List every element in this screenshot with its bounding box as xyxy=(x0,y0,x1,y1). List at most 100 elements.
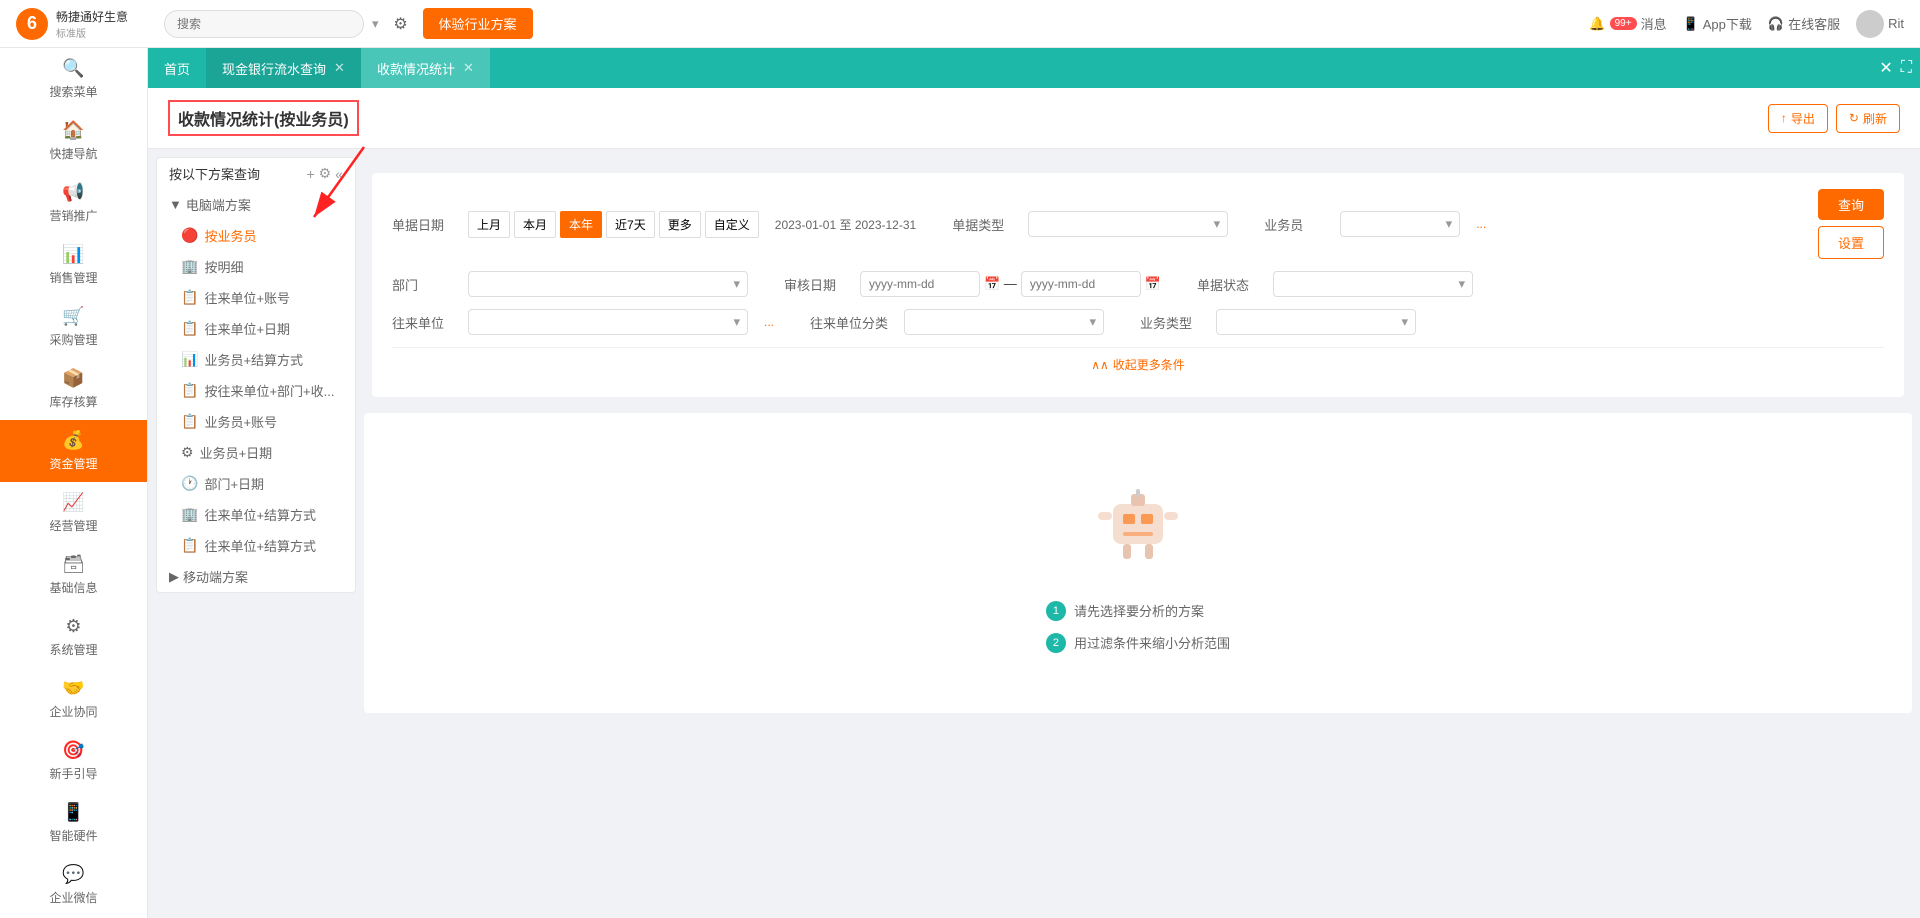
tab-receipt-stats[interactable]: 收款情况统计 ✕ xyxy=(361,48,490,88)
scheme-item-by-salesperson[interactable]: 🔴 按业务员 xyxy=(157,220,355,251)
notifications-button[interactable]: 🔔 99+ 消息 xyxy=(1589,14,1666,33)
sidebar-item-finance[interactable]: 💰 资金管理 xyxy=(0,420,147,482)
counterparty-settlement1-icon: 🏢 xyxy=(181,506,198,523)
logo-text: 畅捷通好生意 标准版 xyxy=(56,8,128,40)
filter-row-1: 单据日期 上月 本月 本年 近7天 更多 自定义 2023-01-01 至 20… xyxy=(392,189,1884,259)
sidebar-item-wechat[interactable]: 💬 企业微信 xyxy=(0,854,147,916)
counterparty-select-wrapper xyxy=(468,309,748,335)
operations-icon: 📈 xyxy=(62,492,84,513)
counterparty-select[interactable] xyxy=(468,309,748,335)
sidebar-item-sales[interactable]: 📊 销售管理 xyxy=(0,234,147,296)
wechat-icon: 💬 xyxy=(62,864,84,885)
scheme-item-counterparty-settlement1[interactable]: 🏢 往来单位+结算方式 xyxy=(157,499,355,530)
sidebar-item-purchase[interactable]: 🛒 采购管理 xyxy=(0,296,147,358)
scheme-add-button[interactable]: + xyxy=(306,165,314,182)
counterparty-category-select[interactable] xyxy=(904,309,1104,335)
query-button[interactable]: 查询 xyxy=(1818,189,1884,220)
dept-select[interactable] xyxy=(468,271,748,297)
salesperson-more-button[interactable]: ... xyxy=(1476,217,1486,231)
date-btn-last-month[interactable]: 上月 xyxy=(468,211,510,238)
counterparty-more-button[interactable]: ... xyxy=(764,315,774,329)
scheme-item-counterparty-account[interactable]: 📋 往来单位+账号 xyxy=(157,282,355,313)
user-profile[interactable]: Rit xyxy=(1856,10,1904,38)
dept-date-icon: 🕐 xyxy=(181,475,198,492)
top-right: 🔔 99+ 消息 📱 App下载 🎧 在线客服 Rit xyxy=(1589,10,1904,38)
scheme-item-salesperson-settlement[interactable]: 📊 业务员+结算方式 xyxy=(157,344,355,375)
logo-icon: 6 xyxy=(16,8,48,40)
counterparty-category-select-wrapper xyxy=(904,309,1104,335)
filter-settings-button[interactable]: 设置 xyxy=(1818,226,1884,259)
avatar xyxy=(1856,10,1884,38)
dropdown-arrow-icon[interactable]: ▾ xyxy=(372,16,379,32)
tab-home[interactable]: 首页 xyxy=(148,48,206,88)
sidebar-item-guide[interactable]: 🎯 新手引导 xyxy=(0,730,147,792)
scheme-category-mobile[interactable]: ▶ 移动端方案 xyxy=(157,561,355,592)
scheme-settings-button[interactable]: ⚙ xyxy=(319,165,332,182)
tab-bank-flow-close[interactable]: ✕ xyxy=(334,60,345,76)
date-btn-more[interactable]: 更多 xyxy=(659,211,701,238)
business-type-select[interactable] xyxy=(1216,309,1416,335)
date-label: 单据日期 xyxy=(392,215,452,234)
search-input[interactable] xyxy=(164,10,364,38)
scheme-item-dept-date[interactable]: 🕐 部门+日期 xyxy=(157,468,355,499)
counterparty-date-icon: 📋 xyxy=(181,320,198,337)
scheme-collapse-button[interactable]: « xyxy=(335,165,343,182)
sidebar-item-basic-info[interactable]: 🗃 基础信息 xyxy=(0,544,147,606)
sidebar-item-operations[interactable]: 📈 经营管理 xyxy=(0,482,147,544)
audit-date-start[interactable] xyxy=(860,271,980,297)
counterparty-account-icon: 📋 xyxy=(181,289,198,306)
sidebar-item-marketing[interactable]: 📢 营销推广 xyxy=(0,172,147,234)
scheme-category-desktop[interactable]: ▼ 电脑端方案 xyxy=(157,189,355,220)
right-panel: 单据日期 上月 本月 本年 近7天 更多 自定义 2023-01-01 至 20… xyxy=(364,157,1912,713)
collapse-icon: ∧∧ xyxy=(1091,358,1109,372)
scheme-item-salesperson-account[interactable]: 📋 业务员+账号 xyxy=(157,406,355,437)
audit-date-end-icon: 📅 xyxy=(1145,276,1161,292)
dept-label: 部门 xyxy=(392,275,452,294)
inventory-icon: 📦 xyxy=(62,368,84,389)
scheme-item-by-detail[interactable]: 🏢 按明细 xyxy=(157,251,355,282)
trial-button[interactable]: 体验行业方案 xyxy=(423,8,533,39)
content-area: 首页 现金银行流水查询 ✕ 收款情况统计 ✕ ✕ ⛶ 收款情况统计(按业务员) xyxy=(148,48,1920,918)
scheme-item-salesperson-date[interactable]: ⚙ 业务员+日期 xyxy=(157,437,355,468)
voucher-type-select[interactable] xyxy=(1028,211,1228,237)
empty-steps: 1 请先选择要分析的方案 2 用过滤条件来缩小分析范围 xyxy=(1046,601,1230,653)
date-btn-this-year[interactable]: 本年 xyxy=(560,211,602,238)
date-btn-custom[interactable]: 自定义 xyxy=(705,211,759,238)
online-service-button[interactable]: 🎧 在线客服 xyxy=(1768,14,1840,33)
expand-arrow-icon: ▼ xyxy=(169,197,182,212)
tab-maximize-button[interactable]: ⛶ xyxy=(1901,59,1912,77)
sidebar-item-system[interactable]: ⚙ 系统管理 xyxy=(0,606,147,668)
tab-close-all-button[interactable]: ✕ xyxy=(1879,58,1892,78)
app-download-button[interactable]: 📱 App下载 xyxy=(1683,14,1752,33)
date-btn-this-month[interactable]: 本月 xyxy=(514,211,556,238)
voucher-status-select[interactable] xyxy=(1273,271,1473,297)
scheme-item-counterparty-settlement2[interactable]: 📋 往来单位+结算方式 xyxy=(157,530,355,561)
export-button[interactable]: ↑ 导出 xyxy=(1768,104,1828,133)
sidebar-item-quick-nav[interactable]: 🏠 快捷导航 xyxy=(0,110,147,172)
refresh-button[interactable]: ↻ 刷新 xyxy=(1836,104,1900,133)
sidebar-item-smart-hw[interactable]: 📱 智能硬件 xyxy=(0,792,147,854)
empty-step-2: 2 用过滤条件来缩小分析范围 xyxy=(1046,633,1230,653)
detail-scheme-icon: 🏢 xyxy=(181,258,198,275)
quick-nav-icon: 🏠 xyxy=(62,120,84,141)
scheme-item-counterparty-date[interactable]: 📋 往来单位+日期 xyxy=(157,313,355,344)
service-icon: 🎧 xyxy=(1768,16,1784,32)
collapse-button[interactable]: ∧∧ 收起更多条件 xyxy=(1091,356,1185,373)
audit-date-end[interactable] xyxy=(1021,271,1141,297)
audit-date-group: 📅 — 📅 xyxy=(860,271,1161,297)
settings-icon[interactable]: ⚙ xyxy=(387,10,415,38)
sales-icon: 📊 xyxy=(62,244,84,265)
tab-bank-flow[interactable]: 现金银行流水查询 ✕ xyxy=(206,48,361,88)
scheme-item-by-counterparty-dept[interactable]: 📋 按往来单位+部门+收... xyxy=(157,375,355,406)
counterparty-category-label: 往来单位分类 xyxy=(810,313,888,332)
tab-receipt-stats-close[interactable]: ✕ xyxy=(463,60,474,76)
sidebar-item-search-menu[interactable]: 🔍 搜索菜单 xyxy=(0,48,147,110)
salesperson-select[interactable] xyxy=(1340,211,1460,237)
sidebar-item-inventory[interactable]: 📦 库存核算 xyxy=(0,358,147,420)
salesperson-scheme-icon: 🔴 xyxy=(181,227,198,244)
sidebar-item-enterprise[interactable]: 🤝 企业协同 xyxy=(0,668,147,730)
counterparty-label: 往来单位 xyxy=(392,313,452,332)
page-title: 收款情况统计(按业务员) xyxy=(168,100,359,136)
empty-step-1: 1 请先选择要分析的方案 xyxy=(1046,601,1230,621)
date-btn-last-7days[interactable]: 近7天 xyxy=(606,211,655,238)
